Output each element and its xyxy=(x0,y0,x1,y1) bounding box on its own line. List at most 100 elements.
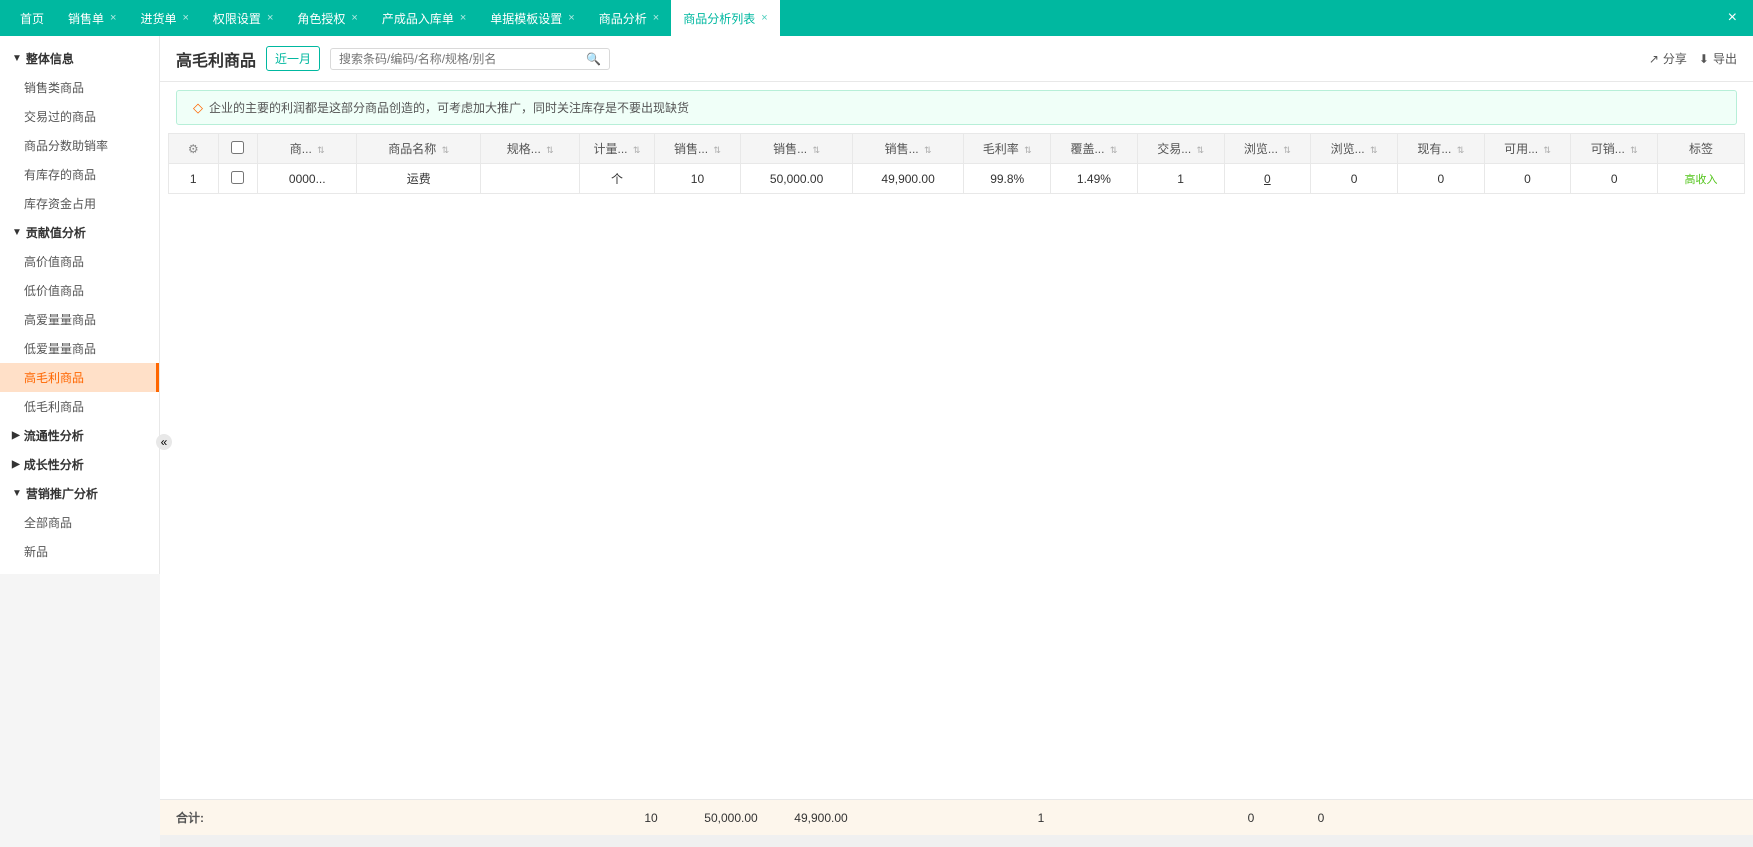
nav-product-entry[interactable]: 产成品入库单 × xyxy=(370,0,478,36)
th-browse2[interactable]: 浏览... ⇅ xyxy=(1311,134,1398,164)
table-header-row: ⚙ 商... ⇅ 商品名称 ⇅ xyxy=(169,134,1745,164)
sidebar-group-overall-info[interactable]: ▼ 整体信息 xyxy=(0,44,159,73)
header-actions: ↗ 分享 ⬇ 导出 xyxy=(1649,50,1737,67)
sidebar-item-new-goods[interactable]: 新品 xyxy=(0,537,159,566)
th-check[interactable] xyxy=(218,134,258,164)
sidebar-item-low-gross[interactable]: 低毛利商品 xyxy=(0,392,159,421)
footer-label: 合计: xyxy=(176,809,204,826)
th-stock2[interactable]: 可用... ⇅ xyxy=(1484,134,1571,164)
search-input[interactable] xyxy=(339,52,586,66)
th-browse1[interactable]: 浏览... ⇅ xyxy=(1224,134,1311,164)
bottom-scrollbar[interactable] xyxy=(160,835,1753,847)
close-product-entry-icon[interactable]: × xyxy=(460,12,466,24)
sidebar-collapse-button[interactable]: « xyxy=(156,434,172,450)
th-unit[interactable]: 计量... ⇅ xyxy=(580,134,654,164)
nav-home[interactable]: 首页 xyxy=(8,0,56,36)
sidebar-group-growth-analysis[interactable]: ▶ 成长性分析 xyxy=(0,450,159,479)
data-table: ⚙ 商... ⇅ 商品名称 ⇅ xyxy=(168,133,1745,194)
footer-sale2: 50,000.00 xyxy=(686,811,776,825)
sort-code-icon: ⇅ xyxy=(317,145,325,155)
sort-sale3-icon: ⇅ xyxy=(924,145,932,155)
sidebar: ▼ 整体信息 销售类商品 交易过的商品 商品分数助销率 有库存的商品 库存资金占… xyxy=(0,36,160,574)
arrow-growth-analysis-icon: ▶ xyxy=(12,459,20,470)
select-all-checkbox[interactable] xyxy=(231,141,244,154)
th-tag[interactable]: 标签 xyxy=(1658,134,1745,164)
sidebar-item-traded-goods[interactable]: 交易过的商品 xyxy=(0,102,159,131)
th-sale3[interactable]: 销售... ⇅ xyxy=(852,134,964,164)
th-sale1[interactable]: 销售... ⇅ xyxy=(654,134,741,164)
share-icon: ↗ xyxy=(1649,52,1659,66)
cell-browse2: 0 xyxy=(1311,164,1398,194)
th-index: ⚙ xyxy=(169,134,219,164)
th-cover[interactable]: 覆盖... ⇅ xyxy=(1051,134,1138,164)
th-trade[interactable]: 交易... ⇅ xyxy=(1137,134,1224,164)
sidebar-item-low-value[interactable]: 低价值商品 xyxy=(0,276,159,305)
footer-sale1: 10 xyxy=(616,811,686,825)
th-name[interactable]: 商品名称 ⇅ xyxy=(357,134,481,164)
footer-bar: 合计: 10 50,000.00 49,900.00 1 0 0 xyxy=(160,799,1753,835)
table-wrapper: ⚙ 商... ⇅ 商品名称 ⇅ xyxy=(160,133,1753,799)
table-body: 1 0000... 运费 个 10 50,000.00 49,900.00 99… xyxy=(169,164,1745,194)
sort-stock1-icon: ⇅ xyxy=(1457,145,1465,155)
sidebar-item-low-freq[interactable]: 低爱量量商品 xyxy=(0,334,159,363)
th-sale2[interactable]: 销售... ⇅ xyxy=(741,134,853,164)
row-checkbox[interactable] xyxy=(231,171,244,184)
cell-browse1[interactable]: 0 xyxy=(1224,164,1311,194)
th-stock1[interactable]: 现有... ⇅ xyxy=(1397,134,1484,164)
cell-index: 1 xyxy=(169,164,219,194)
cell-sale3: 49,900.00 xyxy=(852,164,964,194)
close-product-analysis-list-icon[interactable]: × xyxy=(761,12,767,24)
search-icon[interactable]: 🔍 xyxy=(586,52,601,66)
cell-stock2: 0 xyxy=(1484,164,1571,194)
nav-purchase-order[interactable]: 进货单 × xyxy=(128,0,200,36)
close-permission-settings-icon[interactable]: × xyxy=(267,12,273,24)
arrow-overall-info-icon: ▼ xyxy=(12,53,22,64)
nav-template-settings[interactable]: 单据模板设置 × xyxy=(478,0,586,36)
nav-product-analysis-list[interactable]: 商品分析列表 × xyxy=(671,0,779,36)
sidebar-item-in-stock-goods[interactable]: 有库存的商品 xyxy=(0,160,159,189)
th-gross[interactable]: 毛利率 ⇅ xyxy=(964,134,1051,164)
sidebar-item-high-value[interactable]: 高价值商品 xyxy=(0,247,159,276)
cell-check[interactable] xyxy=(218,164,258,194)
close-product-analysis-icon[interactable]: × xyxy=(653,12,659,24)
th-code[interactable]: 商... ⇅ xyxy=(258,134,357,164)
cell-name: 运费 xyxy=(357,164,481,194)
sidebar-group-marketing-analysis[interactable]: ▼ 营销推广分析 xyxy=(0,479,159,508)
nav-permission-settings[interactable]: 权限设置 × xyxy=(201,0,285,36)
sort-spec-icon: ⇅ xyxy=(546,145,554,155)
close-role-permission-icon[interactable]: × xyxy=(351,12,357,24)
th-spec[interactable]: 规格... ⇅ xyxy=(481,134,580,164)
sidebar-group-asset-analysis[interactable]: ▼ 贡献值分析 xyxy=(0,218,159,247)
footer-stock2: 0 xyxy=(1286,811,1356,825)
top-navigation: 首页 销售单 × 进货单 × 权限设置 × 角色授权 × 产成品入库单 × 单据… xyxy=(0,0,1753,36)
sidebar-item-sales-goods[interactable]: 销售类商品 xyxy=(0,73,159,102)
sort-trade-icon: ⇅ xyxy=(1197,145,1205,155)
sidebar-item-stock-capital[interactable]: 库存资金占用 xyxy=(0,189,159,218)
close-sale-order-icon[interactable]: × xyxy=(110,12,116,24)
table-row: 1 0000... 运费 个 10 50,000.00 49,900.00 99… xyxy=(169,164,1745,194)
sidebar-item-high-gross[interactable]: 高毛利商品 xyxy=(0,363,159,392)
settings-icon[interactable]: ⚙ xyxy=(188,142,199,156)
sidebar-group-flow-analysis[interactable]: ▶ 流通性分析 xyxy=(0,421,159,450)
content-header: 高毛利商品 近一月 🔍 ↗ 分享 ⬇ 导出 xyxy=(160,36,1753,82)
cell-code: 0000... xyxy=(258,164,357,194)
sort-saleable-icon: ⇅ xyxy=(1630,145,1638,155)
close-all-button[interactable]: × xyxy=(1720,9,1745,27)
sidebar-item-goods-score[interactable]: 商品分数助销率 xyxy=(0,131,159,160)
nav-role-permission[interactable]: 角色授权 × xyxy=(285,0,369,36)
close-purchase-order-icon[interactable]: × xyxy=(182,12,188,24)
nav-product-analysis[interactable]: 商品分析 × xyxy=(587,0,671,36)
share-button[interactable]: ↗ 分享 xyxy=(1649,50,1687,67)
sidebar-item-all-goods[interactable]: 全部商品 xyxy=(0,508,159,537)
close-template-settings-icon[interactable]: × xyxy=(568,12,574,24)
sidebar-item-high-freq[interactable]: 高爱量量商品 xyxy=(0,305,159,334)
footer-sale3: 49,900.00 xyxy=(776,811,866,825)
export-button[interactable]: ⬇ 导出 xyxy=(1699,50,1737,67)
cell-stock1: 0 xyxy=(1397,164,1484,194)
export-icon: ⬇ xyxy=(1699,52,1709,66)
filter-month-button[interactable]: 近一月 xyxy=(266,46,320,71)
nav-sale-order[interactable]: 销售单 × xyxy=(56,0,128,36)
cell-gross: 99.8% xyxy=(964,164,1051,194)
footer-trade: 1 xyxy=(1006,811,1076,825)
th-saleable[interactable]: 可销... ⇅ xyxy=(1571,134,1658,164)
